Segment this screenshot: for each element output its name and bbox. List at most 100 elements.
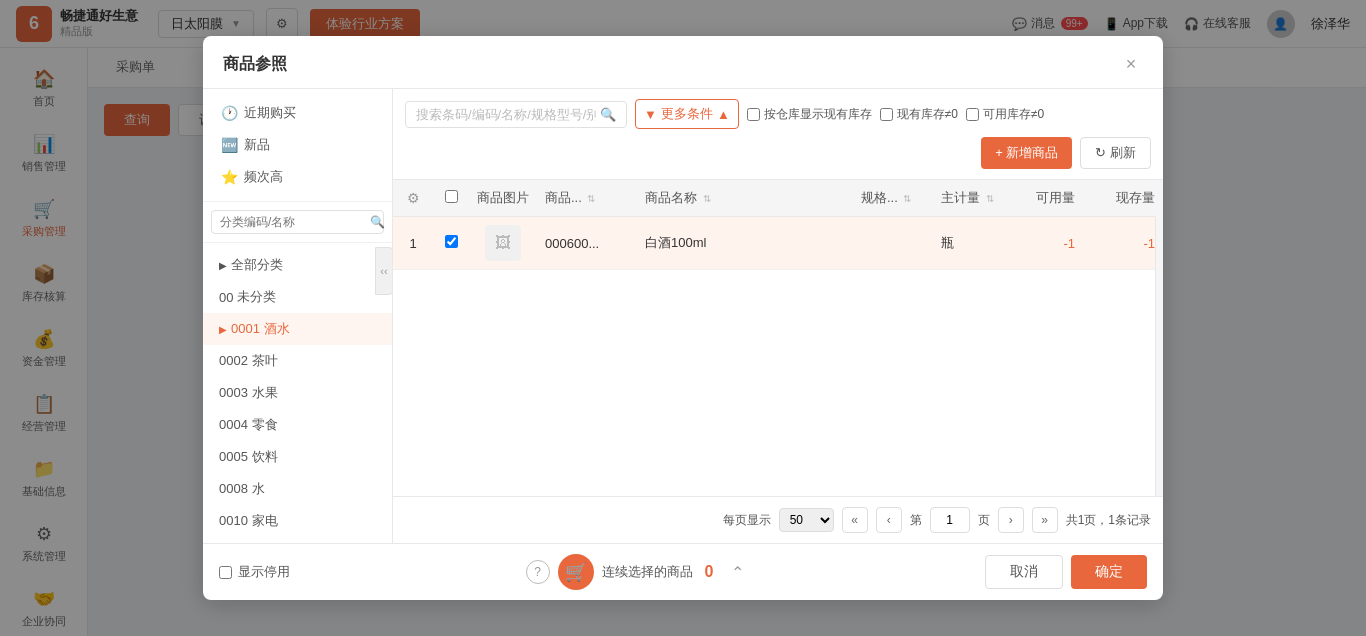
product-reference-modal: 商品参照 × 🕐 近期购买 🆕 新品 [203,36,1163,600]
sort-code-icon: ⇅ [587,193,595,204]
th-settings: ⚙ [393,180,433,217]
cell-check[interactable] [433,217,469,270]
cat-label-0005: 0005 饮料 [219,448,278,466]
toolbar-right-actions: + 新增商品 ↻ 刷新 [981,137,1151,169]
th-unit-label: 主计量 [941,190,980,205]
quick-filters: 🕐 近期购买 🆕 新品 ⭐ 频次高 [211,97,384,193]
page-last-button[interactable]: » [1032,507,1058,533]
modal-close-button[interactable]: × [1119,52,1143,76]
product-search-box[interactable]: 🔍 [405,101,627,128]
help-icon-button[interactable]: ? [526,560,550,584]
all-arrow-icon: ▶ [219,260,227,271]
modal-body: 🕐 近期购买 🆕 新品 ⭐ 频次高 [203,89,1163,543]
cell-img: 🖼 [469,217,537,270]
product-table: ⚙ 商品图片 商品... ⇅ [393,180,1163,270]
pagination-bar: 每页显示 50 10 20 100 « ‹ 第 页 › » 共1页，1条记录 [393,496,1163,543]
checkbox-nonzero-avail[interactable]: 可用库存≠0 [966,106,1044,123]
filter-arrow-icon: ▲ [717,107,730,122]
category-item-all[interactable]: ▶ 全部分类 [203,249,392,281]
filter-recent-purchase[interactable]: 🕐 近期购买 [211,97,384,129]
th-avail[interactable]: 可用量 [1003,180,1083,217]
cat-label-0001: 0001 酒水 [231,320,290,338]
category-search-icon[interactable]: 🔍 [370,215,385,229]
refresh-modal-button[interactable]: ↻ 刷新 [1080,137,1151,169]
th-img: 商品图片 [469,180,537,217]
category-item-0005[interactable]: 0005 饮料 [203,441,392,473]
th-stock[interactable]: 现存量 [1083,180,1163,217]
right-toolbar: 🔍 ▼ 更多条件 ▲ 按仓库显示现有库存 现有库存≠0 [393,89,1163,180]
product-search-input[interactable] [416,107,596,122]
category-search-box[interactable]: 🔍 [211,210,384,234]
show-disabled-checkbox[interactable]: 显示停用 [219,563,290,581]
checkbox-warehouse-input[interactable] [747,108,760,121]
stock-value: -1 [1143,236,1155,251]
add-product-button[interactable]: + 新增商品 [981,137,1072,169]
left-panel: 🕐 近期购买 🆕 新品 ⭐ 频次高 [203,89,393,543]
page-next-button[interactable]: › [998,507,1024,533]
cat-label-0004: 0004 零食 [219,416,278,434]
sort-name-icon: ⇅ [703,193,711,204]
img-placeholder-icon: 🖼 [495,234,511,252]
checkbox-nonzero-stock[interactable]: 现有库存≠0 [880,106,958,123]
footer-center: ? 🛒 连续选择的商品 0 ⌃ [290,554,985,590]
checkbox-avail-input[interactable] [966,108,979,121]
page-first-button[interactable]: « [842,507,868,533]
category-item-0002[interactable]: 0002 茶叶 [203,345,392,377]
left-panel-collapse-button[interactable]: ‹‹ [375,247,393,295]
checkbox-by-warehouse[interactable]: 按仓库显示现有库存 [747,106,872,123]
page-prev-button[interactable]: ‹ [876,507,902,533]
footer-collapse-button[interactable]: ⌃ [725,560,749,584]
page-unit: 页 [978,512,990,529]
show-disabled-input[interactable] [219,566,232,579]
right-panel: 🔍 ▼ 更多条件 ▲ 按仓库显示现有库存 现有库存≠0 [393,89,1163,543]
category-item-0008[interactable]: 0008 水 [203,473,392,505]
row-checkbox[interactable] [445,235,458,248]
show-disabled-text: 显示停用 [238,563,290,581]
cell-name: 白酒100ml [637,217,853,270]
page-total: 共1页，1条记录 [1066,512,1151,529]
sort-spec-icon: ⇅ [903,193,911,204]
cat-label-0002: 0002 茶叶 [219,352,278,370]
table-header-row: ⚙ 商品图片 商品... ⇅ [393,180,1163,217]
category-item-0010[interactable]: 0010 家电 [203,505,392,537]
avail-value: -1 [1063,236,1075,251]
th-code[interactable]: 商品... ⇅ [537,180,637,217]
filter-new-label: 新品 [244,136,270,154]
checkbox-stock-input[interactable] [880,108,893,121]
page-number-input[interactable] [930,507,970,533]
modal-header: 商品参照 × [203,36,1163,89]
table-row[interactable]: 1 🖼 000600... 白酒100ml [393,217,1163,270]
th-stock-label: 现存量 [1116,190,1155,205]
th-avail-label: 可用量 [1036,190,1075,205]
th-spec-label: 规格... [861,190,898,205]
cart-button[interactable]: 🛒 [558,554,594,590]
th-name[interactable]: 商品名称 ⇅ [637,180,853,217]
filter-freq-label: 频次高 [244,168,283,186]
filter-new-products[interactable]: 🆕 新品 [211,129,384,161]
selected-count: 0 [705,563,714,581]
category-item-0001[interactable]: ▶ 0001 酒水 [203,313,392,345]
cat-label-0008: 0008 水 [219,480,265,498]
cell-avail: -1 [1003,217,1083,270]
cat-label-0003: 0003 水果 [219,384,278,402]
product-table-area: ⚙ 商品图片 商品... ⇅ [393,180,1163,496]
filter-high-frequency[interactable]: ⭐ 频次高 [211,161,384,193]
th-unit[interactable]: 主计量 ⇅ [933,180,1003,217]
page-size-select[interactable]: 50 10 20 100 [779,508,834,532]
cell-spec [853,217,933,270]
category-item-unclassified[interactable]: 00 未分类 [203,281,392,313]
product-search-icon[interactable]: 🔍 [600,107,616,122]
confirm-button[interactable]: 确定 [1071,555,1147,589]
cart-icon: 🛒 [565,561,587,583]
more-filters-button[interactable]: ▼ 更多条件 ▲ [635,99,739,129]
th-spec[interactable]: 规格... ⇅ [853,180,933,217]
select-all-checkbox[interactable] [445,190,458,203]
category-item-0003[interactable]: 0003 水果 [203,377,392,409]
checkbox-warehouse-label: 按仓库显示现有库存 [764,106,872,123]
table-scrollbar[interactable] [1155,180,1163,496]
cancel-button[interactable]: 取消 [985,555,1063,589]
page-size-label: 每页显示 [723,512,771,529]
category-search-input[interactable] [220,215,370,229]
category-item-0004[interactable]: 0004 零食 [203,409,392,441]
th-img-label: 商品图片 [477,190,529,205]
